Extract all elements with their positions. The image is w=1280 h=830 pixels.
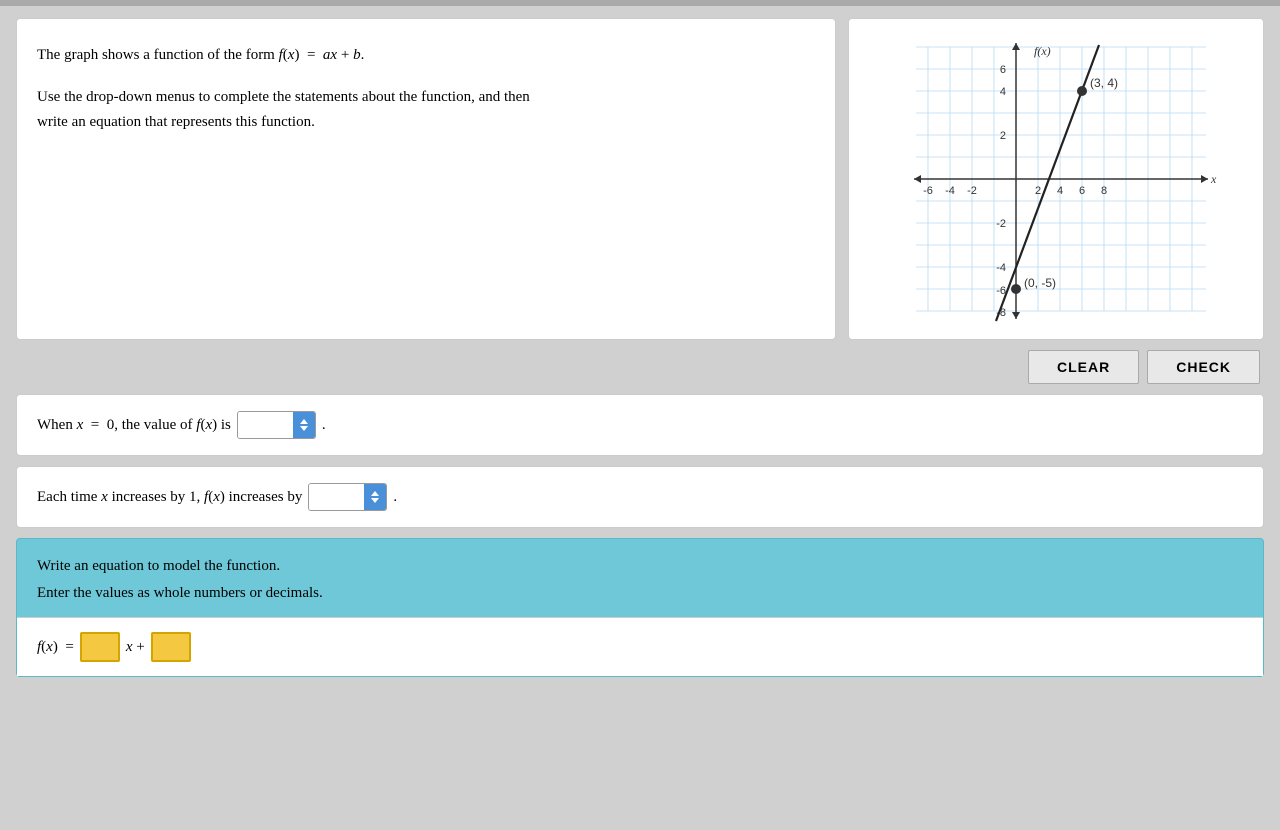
equation-section: Write an equation to model the function.…: [16, 538, 1264, 677]
statement2-prefix: Each time x increases by 1, f(x) increas…: [37, 489, 302, 506]
arrow-up-icon: [300, 419, 308, 424]
equation-x-label: x +: [126, 639, 145, 656]
statement1-prefix: When x = 0, the value of f(x) is: [37, 417, 231, 434]
point-0-neg5: [1011, 284, 1021, 294]
point-3-4: [1077, 86, 1087, 96]
statement1-panel: When x = 0, the value of f(x) is .: [16, 394, 1264, 456]
svg-text:2: 2: [1035, 185, 1041, 197]
arrow-up-icon2: [371, 491, 379, 496]
coordinate-graph: -6 -4 -2 2 4 6 8 6 4 2 -2 -4 -6 -8 f(x) …: [886, 29, 1226, 329]
equation-prefix: f(x) =: [37, 639, 74, 656]
svg-text:x: x: [1210, 172, 1217, 186]
statement2-panel: Each time x increases by 1, f(x) increas…: [16, 466, 1264, 528]
equation-line1: Write an equation to model the function.: [37, 553, 1243, 580]
question-panel: The graph shows a function of the form f…: [16, 18, 836, 340]
svg-text:4: 4: [1000, 86, 1006, 98]
arrow-down-icon: [300, 426, 308, 431]
statement1-arrow[interactable]: [293, 411, 315, 439]
svg-text:-4: -4: [996, 262, 1006, 274]
buttons-row: CLEAR CHECK: [16, 350, 1264, 384]
question-line2: Use the drop-down menus to complete the …: [37, 85, 815, 136]
question-line1: The graph shows a function of the form f…: [37, 43, 815, 69]
arrow-down-icon2: [371, 498, 379, 503]
svg-text:f(x): f(x): [1034, 44, 1051, 58]
svg-text:4: 4: [1057, 185, 1063, 197]
svg-text:-2: -2: [996, 218, 1006, 230]
statement2-arrow[interactable]: [364, 483, 386, 511]
statement2-suffix: .: [393, 489, 397, 506]
statement2-dropdown[interactable]: [308, 483, 387, 511]
svg-text:6: 6: [1000, 64, 1006, 76]
svg-text:-2: -2: [967, 185, 977, 197]
svg-text:(3, 4): (3, 4): [1090, 76, 1118, 90]
svg-text:8: 8: [1101, 185, 1107, 197]
statement1-dropdown[interactable]: [237, 411, 316, 439]
svg-text:-6: -6: [923, 185, 933, 197]
svg-text:6: 6: [1079, 185, 1085, 197]
graph-panel: -6 -4 -2 2 4 6 8 6 4 2 -2 -4 -6 -8 f(x) …: [848, 18, 1264, 340]
clear-button[interactable]: CLEAR: [1028, 350, 1139, 384]
equation-input-row: f(x) = x +: [17, 617, 1263, 676]
statement2-input[interactable]: [309, 483, 364, 511]
check-button[interactable]: CHECK: [1147, 350, 1260, 384]
svg-text:-4: -4: [945, 185, 955, 197]
statement1-suffix: .: [322, 417, 326, 434]
svg-text:(0, -5): (0, -5): [1024, 276, 1056, 290]
equation-b-input[interactable]: [151, 632, 191, 662]
equation-a-input[interactable]: [80, 632, 120, 662]
equation-header: Write an equation to model the function.…: [17, 539, 1263, 617]
svg-text:2: 2: [1000, 130, 1006, 142]
equation-line2: Enter the values as whole numbers or dec…: [37, 580, 1243, 607]
statement1-input[interactable]: [238, 411, 293, 439]
